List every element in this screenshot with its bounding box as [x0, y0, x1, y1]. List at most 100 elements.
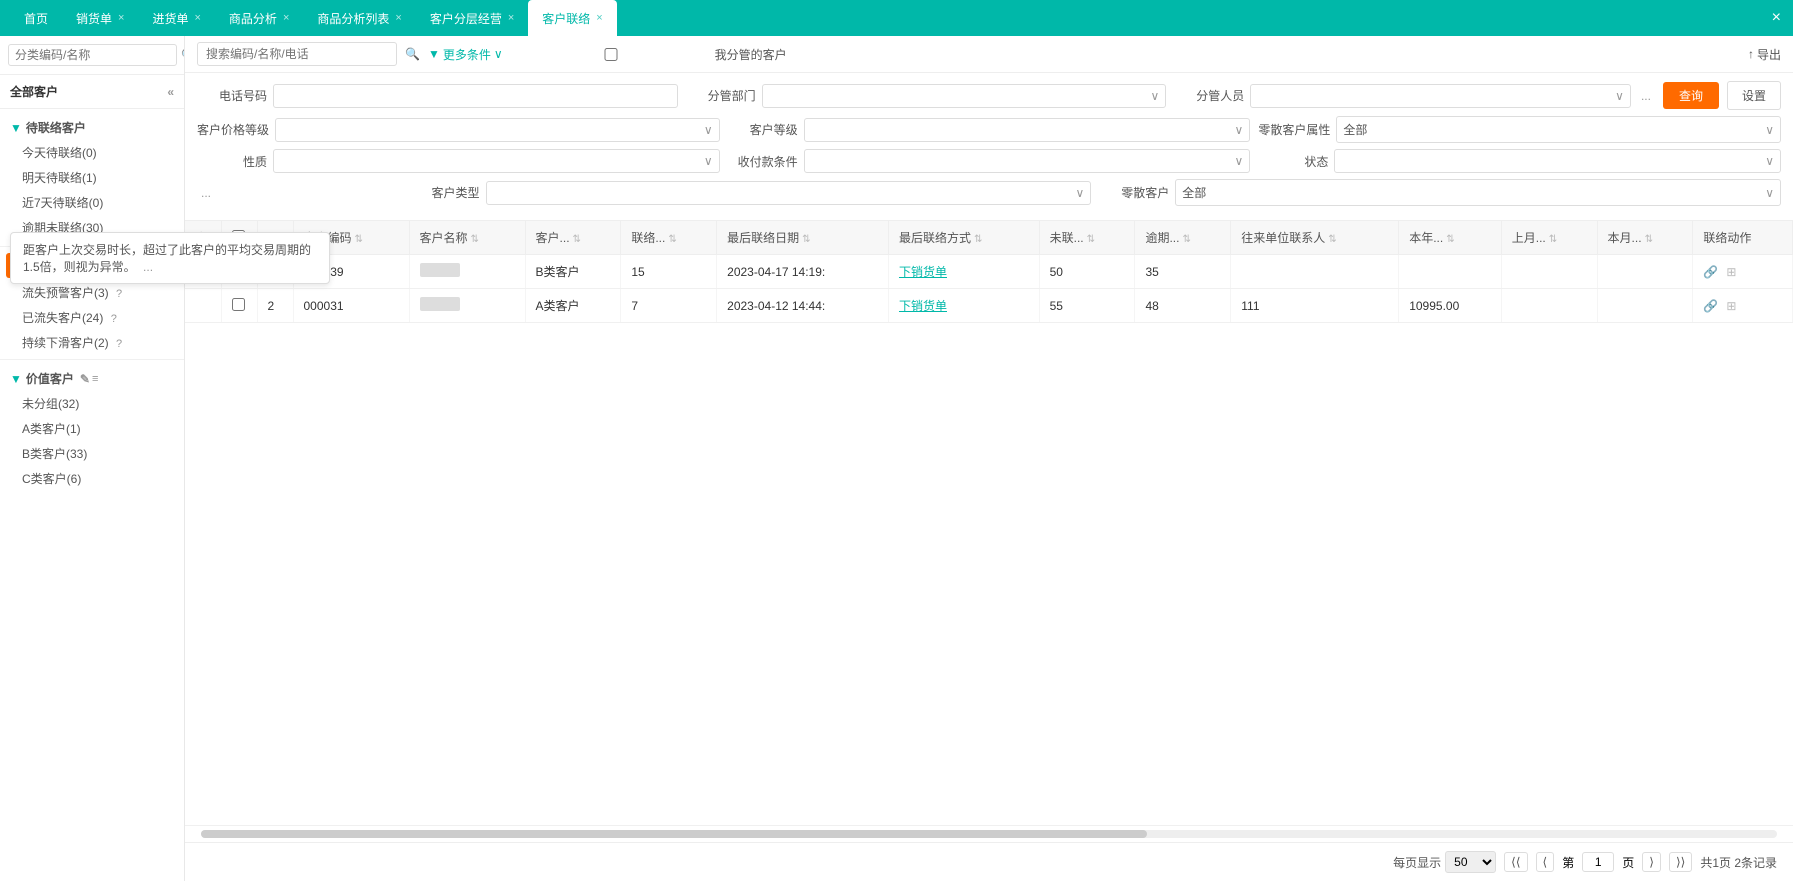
nav-sales-order[interactable]: 销货单 ×: [62, 0, 138, 36]
sort-name-icon[interactable]: ⇅: [471, 234, 479, 245]
nav-customer-contact-close[interactable]: ×: [596, 12, 602, 24]
sidebar-item-churned[interactable]: 已流失客户(24) ?: [0, 305, 184, 330]
th-unpaid[interactable]: 未联...⇅: [1039, 221, 1135, 255]
person-select[interactable]: ∨: [1250, 84, 1631, 108]
retail-attr-select[interactable]: 全部 ∨: [1336, 116, 1781, 143]
nav-purchase-order[interactable]: 进货单 ×: [138, 0, 214, 36]
sidebar-item-7days[interactable]: 近7天待联络(0): [0, 190, 184, 215]
price-grade-select[interactable]: ∨: [275, 118, 720, 142]
nav-product-analysis-list-close[interactable]: ×: [395, 12, 401, 24]
th-company-contacts[interactable]: 往来单位联系人⇅: [1231, 221, 1399, 255]
more-conditions-button[interactable]: ▼ 更多条件 ∨: [428, 46, 503, 63]
row1-grid-icon[interactable]: ⊞: [1726, 265, 1736, 279]
page-number-input[interactable]: [1582, 852, 1614, 872]
row1-this-year: [1399, 255, 1502, 289]
payment-select[interactable]: ∨: [804, 149, 1251, 173]
query-button[interactable]: 查询: [1663, 82, 1719, 109]
nav-product-analysis-close[interactable]: ×: [283, 12, 289, 24]
sidebar-item-tomorrow[interactable]: 明天待联络(1): [0, 165, 184, 190]
sidebar-item-unclassified[interactable]: 未分组(32): [0, 391, 184, 416]
sort-code-icon[interactable]: ⇅: [355, 234, 363, 245]
search-button[interactable]: 🔍: [405, 47, 420, 61]
th-last-contact-method[interactable]: 最后联络方式⇅: [888, 221, 1039, 255]
nav-customer-segment[interactable]: 客户分层经营 ×: [416, 0, 528, 36]
scroll-thumb[interactable]: [201, 830, 1147, 838]
per-page-select[interactable]: 10 20 50 100: [1445, 851, 1496, 873]
row1-method-link[interactable]: 下销货单: [899, 265, 947, 279]
first-page-button[interactable]: ⟨⟨: [1504, 852, 1527, 872]
row2-select-checkbox[interactable]: [232, 298, 245, 311]
person-dots-button[interactable]: ...: [1641, 89, 1651, 103]
row2-company-contacts: 111: [1231, 289, 1399, 323]
th-overdue[interactable]: 逾期...⇅: [1135, 221, 1231, 255]
settings-button[interactable]: 设置: [1727, 81, 1781, 110]
my-customers-checkbox[interactable]: [511, 48, 711, 61]
customer-grade-select[interactable]: ∨: [804, 118, 1251, 142]
th-this-month[interactable]: 本月...⇅: [1597, 221, 1693, 255]
value-section-config-icon[interactable]: ≡: [92, 373, 98, 385]
nav-product-analysis-list[interactable]: 商品分析列表 ×: [303, 0, 415, 36]
row2-link-icon[interactable]: 🔗: [1703, 299, 1718, 313]
sort-type-icon[interactable]: ⇅: [573, 234, 581, 245]
sort-lm-icon[interactable]: ⇅: [1549, 234, 1557, 245]
row2-settings: [185, 289, 221, 323]
nav-home[interactable]: 首页: [10, 0, 62, 36]
value-section-title[interactable]: ▼ 价值客户 ✎ ≡: [0, 366, 184, 391]
search-input[interactable]: [197, 42, 397, 66]
sort-overdue-icon[interactable]: ⇅: [1182, 234, 1190, 245]
th-name[interactable]: 客户名称⇅: [409, 221, 525, 255]
sort-method-icon[interactable]: ⇅: [974, 234, 982, 245]
nav-customer-segment-close[interactable]: ×: [508, 12, 514, 24]
row2-method-link[interactable]: 下销货单: [899, 299, 947, 313]
sidebar-item-class-b[interactable]: B类客户(33): [0, 441, 184, 466]
sort-year-icon[interactable]: ⇅: [1446, 234, 1454, 245]
value-section-edit-icon[interactable]: ✎: [80, 372, 90, 386]
sidebar-item-declining[interactable]: 持续下滑客户(2) ?: [0, 330, 184, 355]
pending-section-title[interactable]: ▼ 待联络客户: [0, 115, 184, 140]
sort-date-icon[interactable]: ⇅: [802, 234, 810, 245]
next-page-button[interactable]: ⟩: [1642, 852, 1661, 872]
customer-type-select[interactable]: ∨: [486, 181, 1092, 205]
th-last-month[interactable]: 上月...⇅: [1501, 221, 1597, 255]
row1-name: [409, 255, 525, 289]
sidebar-item-class-c[interactable]: C类客户(6): [0, 466, 184, 491]
nav-product-analysis[interactable]: 商品分析 ×: [215, 0, 303, 36]
phone-input[interactable]: [273, 84, 678, 108]
sidebar-collapse-icons[interactable]: «: [167, 85, 174, 99]
row1-link-icon[interactable]: 🔗: [1703, 265, 1718, 279]
retail-customer-select[interactable]: 全部 ∨: [1175, 179, 1781, 206]
prev-page-button[interactable]: ⟨: [1536, 852, 1555, 872]
export-button[interactable]: ↑ 导出: [1748, 46, 1781, 63]
row2-last-method[interactable]: 下销货单: [888, 289, 1039, 323]
row2-code[interactable]: 000031: [293, 289, 409, 323]
last-page-button[interactable]: ⟩⟩: [1669, 852, 1692, 872]
dept-chevron-icon: ∨: [1151, 89, 1160, 103]
collapse-icon[interactable]: «: [167, 85, 174, 99]
row1-last-method[interactable]: 下销货单: [888, 255, 1039, 289]
sidebar-item-today[interactable]: 今天待联络(0): [0, 140, 184, 165]
sidebar-item-class-a[interactable]: A类客户(1): [0, 416, 184, 441]
sort-unpaid-icon[interactable]: ⇅: [1087, 234, 1095, 245]
row2-this-year: 10995.00: [1399, 289, 1502, 323]
sort-contacts-icon[interactable]: ⇅: [668, 234, 676, 245]
th-contacts[interactable]: 联络...⇅: [621, 221, 717, 255]
th-type[interactable]: 客户...⇅: [525, 221, 621, 255]
horizontal-scroll-track[interactable]: [185, 825, 1793, 842]
window-close-button[interactable]: ×: [1772, 9, 1781, 27]
gender-select[interactable]: ∨: [273, 149, 720, 173]
th-last-contact-date[interactable]: 最后联络日期⇅: [717, 221, 889, 255]
nav-customer-contact[interactable]: 客户联络 ×: [528, 0, 616, 36]
th-this-year[interactable]: 本年...⇅: [1399, 221, 1502, 255]
dept-select[interactable]: ∨: [762, 84, 1167, 108]
my-customers-checkbox-label[interactable]: 我分管的客户: [511, 46, 787, 63]
nav-purchase-order-close[interactable]: ×: [194, 12, 200, 24]
row1-last-date: 2023-04-17 14:19:: [717, 255, 889, 289]
extra-filters-dots[interactable]: ...: [201, 186, 211, 200]
category-search-input[interactable]: [8, 44, 177, 66]
nav-sales-order-close[interactable]: ×: [118, 12, 124, 24]
sort-tm-icon[interactable]: ⇅: [1645, 234, 1653, 245]
row2-grid-icon[interactable]: ⊞: [1726, 299, 1736, 313]
sort-cc-icon[interactable]: ⇅: [1328, 234, 1336, 245]
payment-label: 收付款条件: [728, 153, 798, 170]
status-select[interactable]: ∨: [1334, 149, 1781, 173]
